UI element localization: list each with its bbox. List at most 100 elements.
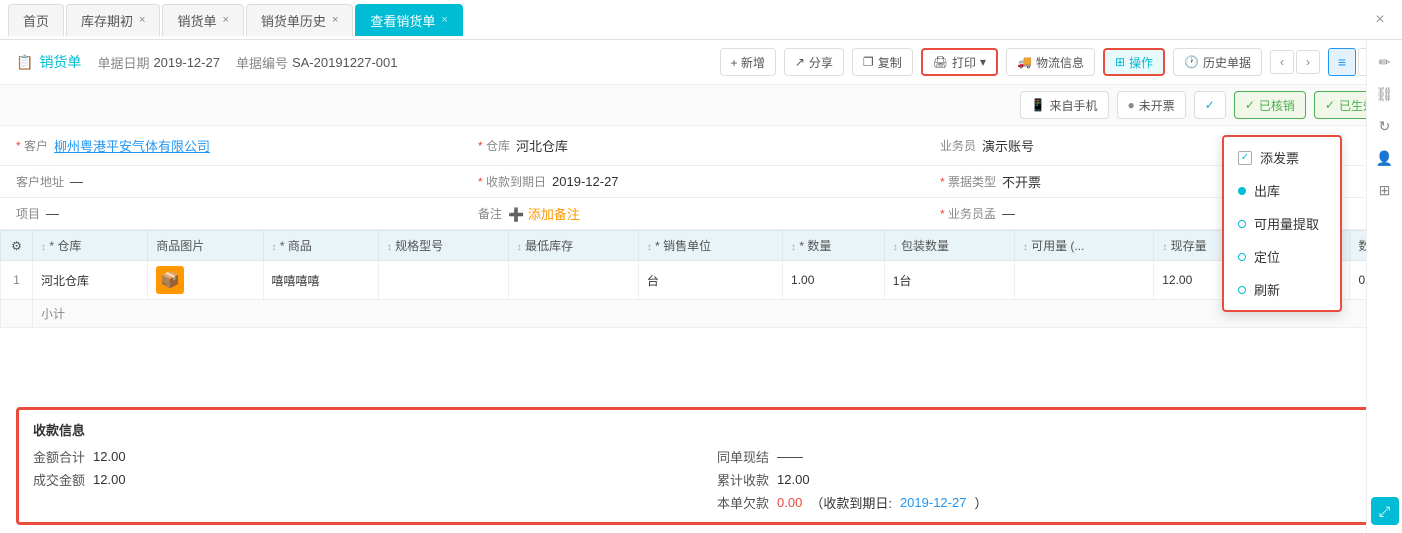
tab-sales-history-close[interactable]: × bbox=[332, 14, 338, 26]
row-product-img: 📦 bbox=[148, 261, 263, 300]
check-icon-btn[interactable]: ✓ bbox=[1194, 91, 1226, 119]
owed-label: 本单欠款 bbox=[717, 493, 769, 512]
dropdown-item-outbound[interactable]: 出库 bbox=[1224, 174, 1340, 207]
warehouse-value: 河北仓库 bbox=[516, 136, 568, 155]
dropdown-item-locate[interactable]: 定位 bbox=[1224, 240, 1340, 273]
nav-arrows: ‹ › bbox=[1270, 50, 1320, 74]
payment-left: 金额合计 12.00 成交金额 12.00 bbox=[33, 447, 685, 512]
history-button[interactable]: 🕐 历史单据 bbox=[1173, 48, 1262, 76]
col-available: ↕ 可用量 (... bbox=[1014, 231, 1153, 261]
window-close-button[interactable]: × bbox=[1366, 6, 1394, 34]
row-product: 嘻嘻嘻嘻 bbox=[263, 261, 378, 300]
owed-date: 2019-12-27 bbox=[900, 495, 967, 510]
dropdown-item-available-qty[interactable]: 可用量提取 bbox=[1224, 207, 1340, 240]
list-view-btn[interactable]: ≡ bbox=[1328, 48, 1356, 76]
not-opened-btn[interactable]: ● 未开票 bbox=[1117, 91, 1186, 119]
ticket-label: 票据类型 bbox=[940, 173, 996, 190]
row-warehouse: 河北仓库 bbox=[33, 261, 148, 300]
next-arrow[interactable]: › bbox=[1296, 50, 1320, 74]
address-label: 客户地址 bbox=[16, 173, 64, 190]
toolbar: 📱 来自手机 ● 未开票 ✓ ✓ 已核销 ✓ 已生效 bbox=[0, 85, 1402, 126]
ticket-value: 不开票 bbox=[1002, 172, 1041, 191]
row-min-stock bbox=[508, 261, 638, 300]
new-button[interactable]: + 新增 bbox=[720, 48, 776, 76]
address-value: — bbox=[70, 174, 83, 189]
tab-view-sales[interactable]: 查看销货单 × bbox=[355, 4, 462, 36]
tab-bar: 首页 库存期初 × 销货单 × 销货单历史 × 查看销货单 × × bbox=[0, 0, 1402, 40]
staff-value: 演示账号 bbox=[982, 136, 1034, 155]
tab-home-label: 首页 bbox=[23, 11, 49, 30]
circle-icon: ● bbox=[1128, 98, 1135, 112]
payment-right: 同单现结 —— 累计收款 12.00 本单欠款 0.00 （收款到期日: 201… bbox=[717, 447, 1369, 512]
tab-sales[interactable]: 销货单 × bbox=[162, 4, 243, 36]
operate-button[interactable]: ⊞ 操作 bbox=[1103, 48, 1165, 76]
doc-actions: + 新增 ↗ 分享 ❐ 复制 🖨 打印 ▾ 🚚 物流信息 ⊞ 操作 bbox=[720, 48, 1387, 76]
owed-end: ） bbox=[974, 493, 987, 512]
print-dropdown-arrow: ▾ bbox=[980, 55, 986, 69]
payment-date-label: 收款到期日 bbox=[478, 173, 546, 190]
col-min-stock: ↕ 最低库存 bbox=[508, 231, 638, 261]
total-label: 金额合计 bbox=[33, 447, 85, 466]
history-icon: 🕐 bbox=[1184, 55, 1199, 69]
dot-available-icon bbox=[1238, 220, 1246, 228]
deal-label: 成交金额 bbox=[33, 470, 85, 489]
dot-locate-icon bbox=[1238, 253, 1246, 261]
row-pack-qty: 1台 bbox=[884, 261, 1014, 300]
dropdown-item-add-invoice[interactable]: ✓ 添发票 bbox=[1224, 141, 1340, 174]
tab-view-sales-close[interactable]: × bbox=[441, 14, 447, 26]
col-pack-qty: ↕ 包装数量 bbox=[884, 231, 1014, 261]
outbound-label: 出库 bbox=[1254, 181, 1280, 200]
sidebar-edit-icon[interactable]: ✏ bbox=[1371, 48, 1399, 76]
cancelled-btn[interactable]: ✓ 已核销 bbox=[1234, 91, 1306, 119]
sidebar-expand-icon[interactable]: ⤢ bbox=[1371, 497, 1399, 525]
form-section-1: 客户 柳州粤港平安气体有限公司 仓库 河北仓库 业务员 演示账号 bbox=[0, 126, 1402, 166]
deal-value: 12.00 bbox=[93, 472, 126, 487]
from-phone-btn[interactable]: 📱 来自手机 bbox=[1020, 91, 1109, 119]
form-section-2: 客户地址 — 收款到期日 2019-12-27 票据类型 不开票 bbox=[0, 166, 1402, 198]
tab-home[interactable]: 首页 bbox=[8, 4, 64, 36]
main-content: 📋 销货单 单据日期 2019-12-27 单据编号 SA-20191227-0… bbox=[0, 40, 1402, 533]
project-field: 项目 — bbox=[16, 204, 462, 223]
prev-arrow[interactable]: ‹ bbox=[1270, 50, 1294, 74]
row-spec bbox=[378, 261, 508, 300]
sidebar-grid-icon[interactable]: ⊞ bbox=[1371, 176, 1399, 204]
subtotal-row: 小计 bbox=[1, 300, 1402, 328]
col-product-img: 商品图片 bbox=[148, 231, 263, 261]
cancelled-check-icon: ✓ bbox=[1245, 98, 1255, 112]
same-order-row: 同单现结 —— bbox=[717, 447, 1369, 466]
tab-inventory[interactable]: 库存期初 × bbox=[66, 4, 160, 36]
tab-sales-history[interactable]: 销货单历史 × bbox=[246, 4, 353, 36]
same-order-value: —— bbox=[777, 449, 803, 464]
customer-value[interactable]: 柳州粤港平安气体有限公司 bbox=[54, 136, 210, 155]
payment-info-grid: 金额合计 12.00 成交金额 12.00 同单现结 —— 累计收款 12.00 bbox=[33, 447, 1369, 512]
sidebar-rotate-icon[interactable]: ↻ bbox=[1371, 112, 1399, 140]
warehouse-field: 仓库 河北仓库 bbox=[478, 136, 924, 155]
tab-sales-close[interactable]: × bbox=[222, 14, 228, 26]
locate-label: 定位 bbox=[1254, 247, 1280, 266]
tab-inventory-close[interactable]: × bbox=[139, 14, 145, 26]
total-value: 12.00 bbox=[93, 449, 126, 464]
share-button[interactable]: ↗ 分享 bbox=[784, 48, 844, 76]
product-image: 📦 bbox=[156, 266, 184, 294]
product-table: ⚙ ↕ * 仓库 商品图片 ↕ * 商品 ↕ 规格型号 ↕ 最低库存 ↕ * 销… bbox=[0, 230, 1402, 328]
print-button[interactable]: 🖨 打印 ▾ bbox=[921, 48, 998, 76]
customer-label: 客户 bbox=[16, 137, 48, 154]
row-qty: 1.00 bbox=[783, 261, 885, 300]
note-field: 备注 ➕ 添加备注 bbox=[478, 204, 924, 223]
plus-icon: ➕ bbox=[508, 207, 524, 222]
row-available bbox=[1014, 261, 1153, 300]
operate-dropdown: ✓ 添发票 出库 可用量提取 定位 刷新 bbox=[1222, 135, 1342, 312]
col-gear[interactable]: ⚙ bbox=[1, 231, 33, 261]
warehouse-label: 仓库 bbox=[478, 137, 510, 154]
copy-button[interactable]: ❐ 复制 bbox=[852, 48, 913, 76]
dropdown-item-refresh[interactable]: 刷新 bbox=[1224, 273, 1340, 306]
sidebar-link-icon[interactable]: ⛓ bbox=[1371, 80, 1399, 108]
doc-title-area: 📋 销货单 bbox=[16, 52, 81, 72]
doc-date-meta: 单据日期 2019-12-27 bbox=[97, 53, 220, 72]
tab-sales-label: 销货单 bbox=[177, 11, 216, 30]
note-add-btn[interactable]: ➕ 添加备注 bbox=[508, 204, 580, 223]
table-wrapper: ⚙ ↕ * 仓库 商品图片 ↕ * 商品 ↕ 规格型号 ↕ 最低库存 ↕ * 销… bbox=[0, 230, 1402, 407]
same-order-label: 同单现结 bbox=[717, 447, 769, 466]
logistics-button[interactable]: 🚚 物流信息 bbox=[1006, 48, 1095, 76]
sidebar-person-icon[interactable]: 👤 bbox=[1371, 144, 1399, 172]
